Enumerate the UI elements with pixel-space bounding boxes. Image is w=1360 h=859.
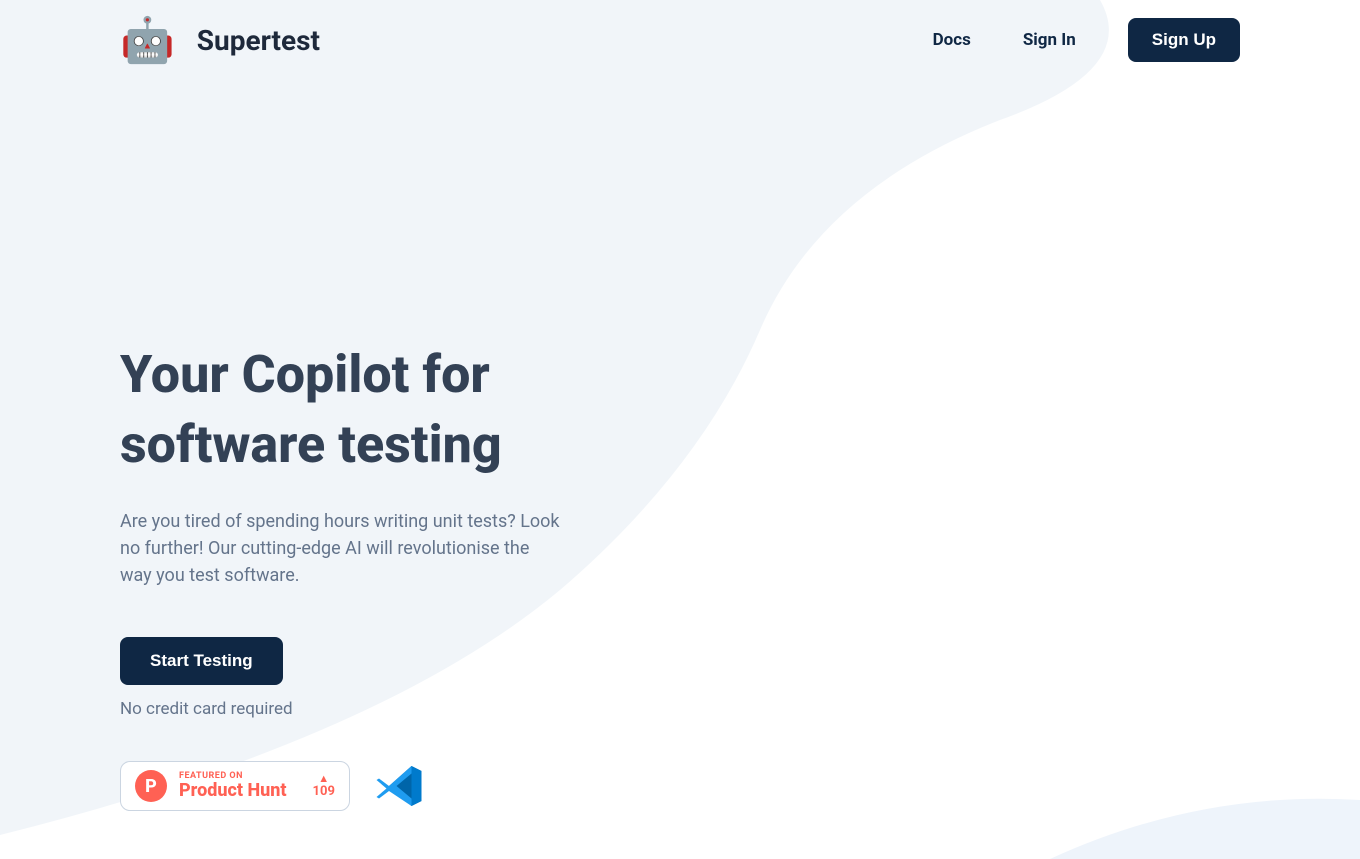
logo-group[interactable]: 🤖 Supertest: [120, 18, 320, 62]
hero-subtitle: Are you tired of spending hours writing …: [120, 508, 560, 589]
nav-docs[interactable]: Docs: [933, 30, 971, 50]
brand-name: Supertest: [197, 24, 320, 57]
product-hunt-votes: 109: [313, 784, 335, 799]
signup-button[interactable]: Sign Up: [1128, 18, 1240, 62]
start-testing-button[interactable]: Start Testing: [120, 637, 283, 685]
no-credit-card-text: No credit card required: [120, 699, 660, 719]
hero-section: Your Copilot for software testing Are yo…: [120, 80, 660, 811]
upvote-triangle-icon: ▲: [318, 773, 329, 784]
vscode-icon: [374, 761, 424, 811]
badges-row: P FEATURED ON Product Hunt ▲ 109: [120, 761, 660, 811]
nav-signin[interactable]: Sign In: [1023, 30, 1076, 50]
hero-title: Your Copilot for software testing: [120, 340, 660, 480]
vscode-link[interactable]: [374, 761, 424, 811]
site-header: 🤖 Supertest Docs Sign In Sign Up: [120, 0, 1240, 80]
product-hunt-name: Product Hunt: [179, 781, 287, 801]
robot-icon: 🤖: [120, 18, 175, 62]
product-hunt-badge[interactable]: P FEATURED ON Product Hunt ▲ 109: [120, 761, 350, 811]
main-nav: Docs Sign In Sign Up: [933, 18, 1240, 62]
product-hunt-icon: P: [135, 770, 167, 802]
